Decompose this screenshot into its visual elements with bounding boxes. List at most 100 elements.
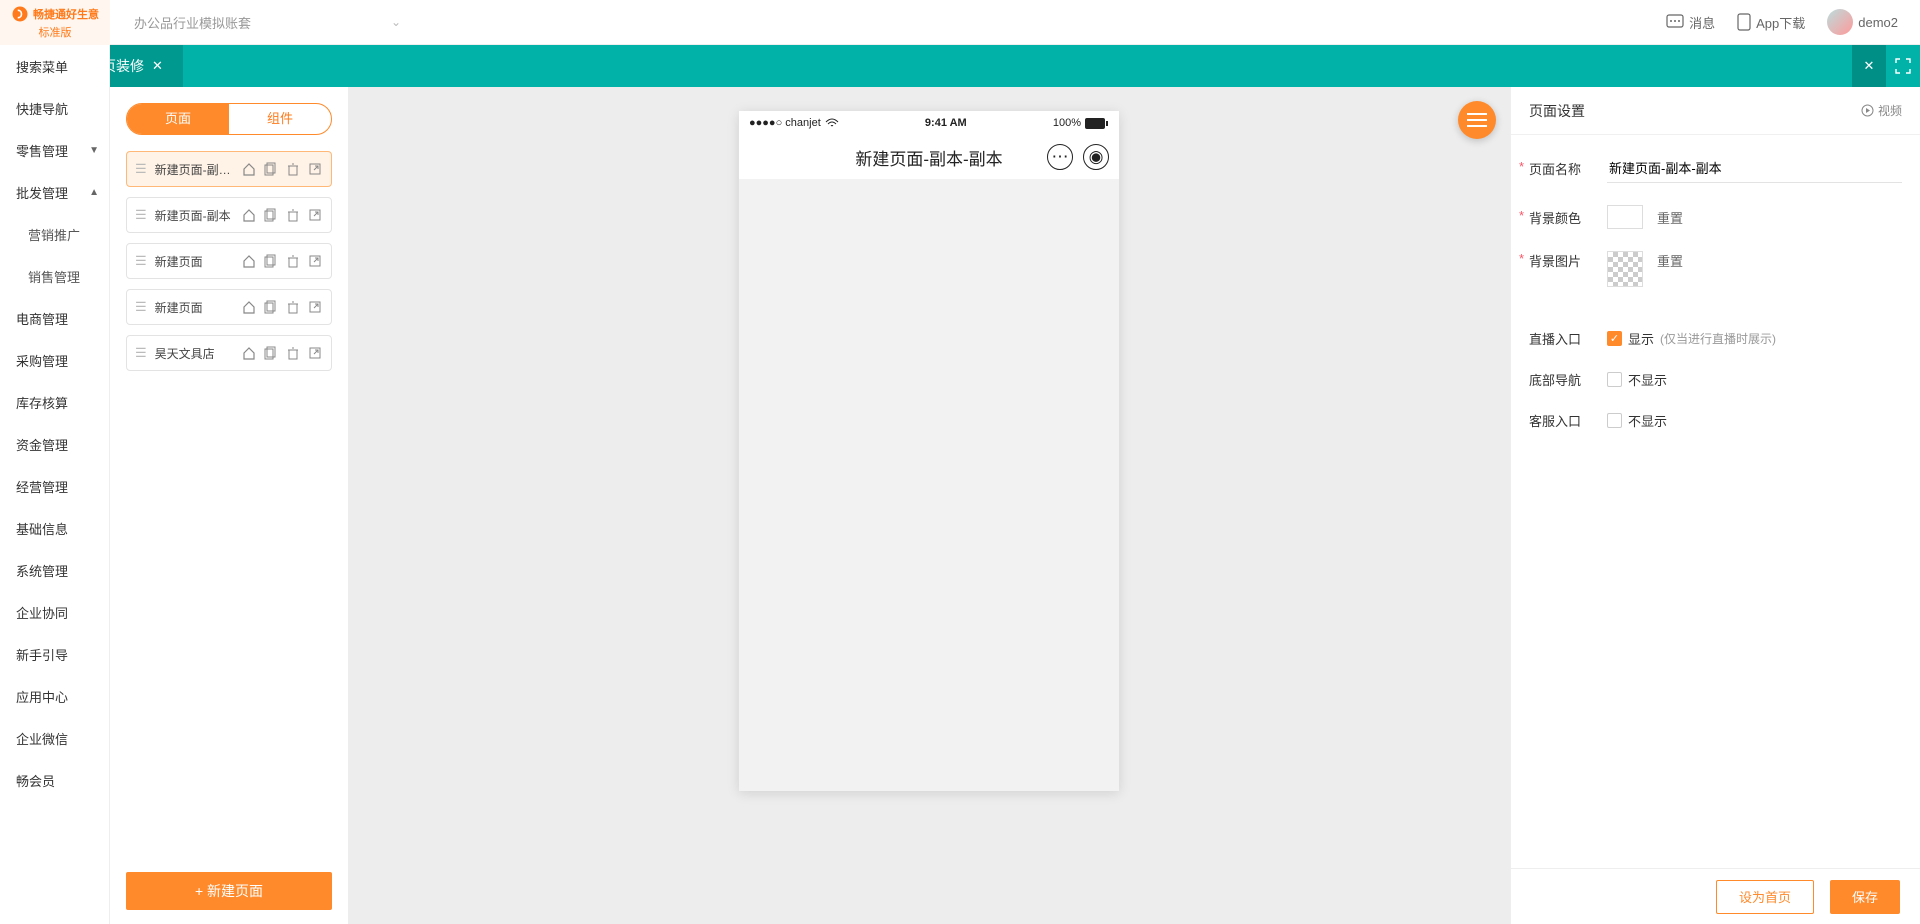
phone-preview: ●●●●○ chanjet 9:41 AM 100% 新建页面-副本-副本 ⋯ … xyxy=(739,111,1119,791)
home-icon[interactable] xyxy=(241,253,257,269)
hamburger-fab[interactable] xyxy=(1458,101,1496,139)
label-live: 直播入口 xyxy=(1529,329,1607,348)
save-button[interactable]: 保存 xyxy=(1830,880,1900,914)
battery-icon xyxy=(1085,118,1109,129)
page-list-item[interactable]: ☰ 新建页面-副本-... xyxy=(126,151,332,187)
page-name-input[interactable] xyxy=(1607,153,1902,183)
delete-icon[interactable] xyxy=(285,161,301,177)
copy-icon[interactable] xyxy=(263,345,279,361)
page-item-name: 新建页面 xyxy=(155,299,233,316)
segment-control: 页面 组件 xyxy=(126,103,332,135)
home-icon[interactable] xyxy=(241,207,257,223)
segment-page[interactable]: 页面 xyxy=(127,104,229,134)
nav-wholesale[interactable]: 批发管理▲ xyxy=(0,171,109,213)
nav-ecommerce[interactable]: 电商管理 xyxy=(0,297,109,339)
copy-icon[interactable] xyxy=(263,253,279,269)
nav-marketing[interactable]: 营销推广 xyxy=(0,213,109,255)
copy-icon[interactable] xyxy=(263,161,279,177)
page-list-item[interactable]: ☰ 新建页面 xyxy=(126,243,332,279)
nav-newbie[interactable]: 新手引导 xyxy=(0,633,109,675)
drag-handle-icon[interactable]: ☰ xyxy=(135,207,147,223)
home-icon[interactable] xyxy=(241,345,257,361)
settings-form: 页面名称 背景颜色 重置 背景图片 重置 直播入口 ✓ 显示 (仅当进行直播时展… xyxy=(1511,135,1920,470)
phone-body[interactable] xyxy=(739,179,1119,791)
checkbox-live[interactable]: ✓ xyxy=(1607,331,1622,346)
main-area: 页面 组件 ☰ 新建页面-副本-... ☰ 新建页面-副本 ☰ 新建页面 ☰ 新… xyxy=(110,87,1920,924)
nav-retail[interactable]: 零售管理▼ xyxy=(0,129,109,171)
username: demo2 xyxy=(1858,15,1898,30)
reset-bg-color[interactable]: 重置 xyxy=(1657,208,1683,227)
nav-basic[interactable]: 基础信息 xyxy=(0,507,109,549)
close-all-button[interactable]: ✕ xyxy=(1852,45,1886,87)
edition-label: 标准版 xyxy=(39,24,72,40)
nav-inventory[interactable]: 库存核算 xyxy=(0,381,109,423)
top-bar: 畅捷通好生意 标准版 办公品行业模拟账套 ⌄ 消息 App下载 demo2 xyxy=(0,0,1920,45)
settings-panel: 页面设置 视频 页面名称 背景颜色 重置 背景图片 重置 xyxy=(1510,87,1920,924)
bg-color-swatch[interactable] xyxy=(1607,205,1643,229)
logo-icon xyxy=(11,5,29,23)
nav-member[interactable]: 畅会员 xyxy=(0,759,109,801)
page-list-item[interactable]: ☰ 昊天文具店 xyxy=(126,335,332,371)
nav-purchase[interactable]: 采购管理 xyxy=(0,339,109,381)
settings-header: 页面设置 视频 xyxy=(1511,87,1920,135)
home-icon[interactable] xyxy=(241,299,257,315)
app-download-button[interactable]: App下载 xyxy=(1737,13,1805,32)
nav-system[interactable]: 系统管理 xyxy=(0,549,109,591)
reset-bg-image[interactable]: 重置 xyxy=(1657,251,1683,270)
copy-icon[interactable] xyxy=(263,207,279,223)
top-actions: 消息 App下载 demo2 xyxy=(1666,9,1920,35)
delete-icon[interactable] xyxy=(285,253,301,269)
messages-button[interactable]: 消息 xyxy=(1666,13,1715,32)
message-icon xyxy=(1666,14,1684,30)
nav-enterprise[interactable]: 企业协同 xyxy=(0,591,109,633)
delete-icon[interactable] xyxy=(285,299,301,315)
external-icon[interactable] xyxy=(307,345,323,361)
avatar xyxy=(1827,9,1853,35)
label-bg-color: 背景颜色 xyxy=(1529,208,1607,227)
phone-time: 9:41 AM xyxy=(839,117,1053,129)
external-icon[interactable] xyxy=(307,253,323,269)
external-icon[interactable] xyxy=(307,207,323,223)
video-help-button[interactable]: 视频 xyxy=(1861,102,1902,119)
settings-footer: 设为首页 保存 xyxy=(1511,868,1920,924)
nav-wechat[interactable]: 企业微信 xyxy=(0,717,109,759)
drag-handle-icon[interactable]: ☰ xyxy=(135,299,147,315)
label-page-name: 页面名称 xyxy=(1529,159,1607,178)
drag-handle-icon[interactable]: ☰ xyxy=(135,161,147,177)
copy-icon[interactable] xyxy=(263,299,279,315)
nav-operation[interactable]: 经营管理 xyxy=(0,465,109,507)
app-download-label: App下载 xyxy=(1756,13,1805,32)
drag-handle-icon[interactable]: ☰ xyxy=(135,345,147,361)
checkbox-bottom-nav[interactable] xyxy=(1607,372,1622,387)
logo[interactable]: 畅捷通好生意 标准版 xyxy=(0,0,110,45)
page-list-item[interactable]: ☰ 新建页面 xyxy=(126,289,332,325)
delete-icon[interactable] xyxy=(285,207,301,223)
external-icon[interactable] xyxy=(307,299,323,315)
settings-title: 页面设置 xyxy=(1529,101,1585,121)
checkbox-service[interactable] xyxy=(1607,413,1622,428)
account-selector[interactable]: 办公品行业模拟账套 ⌄ xyxy=(134,13,401,32)
bg-image-picker[interactable] xyxy=(1607,251,1643,287)
drag-handle-icon[interactable]: ☰ xyxy=(135,253,147,269)
home-icon[interactable] xyxy=(241,161,257,177)
nav-appcenter[interactable]: 应用中心 xyxy=(0,675,109,717)
close-tab-icon[interactable]: ✕ xyxy=(152,58,163,74)
tab-bar: 首页 首页装修 ✕ ✕ xyxy=(0,45,1920,87)
phone-more-button[interactable]: ⋯ xyxy=(1047,144,1073,170)
nav-search-menu[interactable]: 搜索菜单 xyxy=(0,45,109,87)
external-icon[interactable] xyxy=(307,161,323,177)
set-home-button[interactable]: 设为首页 xyxy=(1716,880,1814,914)
sidebar: 搜索菜单 快捷导航 零售管理▼ 批发管理▲ 营销推广 销售管理 电商管理 采购管… xyxy=(0,45,110,924)
nav-quick[interactable]: 快捷导航 xyxy=(0,87,109,129)
user-menu[interactable]: demo2 xyxy=(1827,9,1898,35)
nav-funds[interactable]: 资金管理 xyxy=(0,423,109,465)
delete-icon[interactable] xyxy=(285,345,301,361)
segment-component[interactable]: 组件 xyxy=(229,104,331,134)
hamburger-icon xyxy=(1467,119,1487,121)
nav-sales[interactable]: 销售管理 xyxy=(0,255,109,297)
phone-target-button[interactable]: ◉ xyxy=(1083,144,1109,170)
fullscreen-button[interactable] xyxy=(1886,45,1920,87)
new-page-button[interactable]: + 新建页面 xyxy=(126,872,332,910)
label-bottom-nav: 底部导航 xyxy=(1529,370,1607,389)
page-list-item[interactable]: ☰ 新建页面-副本 xyxy=(126,197,332,233)
